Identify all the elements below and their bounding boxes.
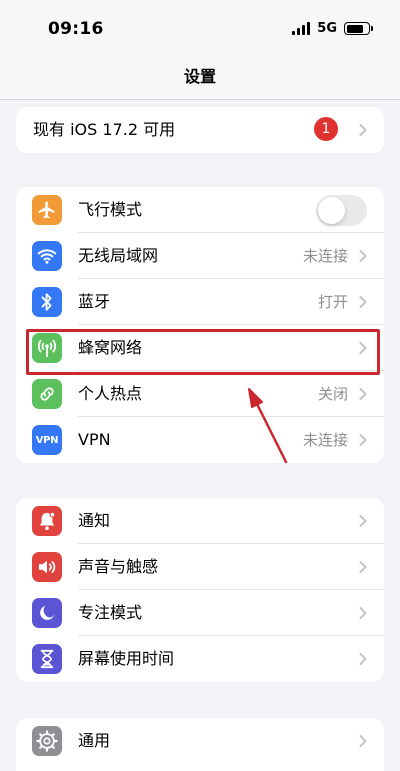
settings-row-wifi[interactable]: 无线局域网 未连接 [16,233,384,279]
settings-row-screen-time[interactable]: 屏幕使用时间 [16,636,384,682]
hourglass-icon [32,644,62,674]
vpn-status: 未连接 [302,431,348,449]
airplane-icon [32,195,62,225]
bluetooth-icon [32,287,62,317]
software-update-group: 现有 iOS 17.2 可用 1 [16,107,384,153]
chevron-right-icon [359,296,367,308]
bluetooth-label: 蓝牙 [78,292,111,311]
focus-label: 专注模式 [78,603,143,622]
settings-row-cellular[interactable]: 蜂窝网络 [16,325,384,371]
notifications-group: 通知 声音与触感 专注模式 屏幕使用时间 [16,498,384,682]
software-update-row[interactable]: 现有 iOS 17.2 可用 1 [16,107,384,153]
wifi-label: 无线局域网 [78,246,159,265]
connectivity-group: 飞行模式 无线局域网 未连接 蓝牙 打开 蜂窝网络 个人热点 关闭 VPN VP… [16,187,384,463]
settings-row-focus[interactable]: 专注模式 [16,590,384,636]
status-bar: 09:16 5G [0,0,400,58]
hotspot-status: 关闭 [317,385,348,403]
chevron-right-icon [359,561,367,573]
battery-icon [344,22,373,35]
settings-row-bluetooth[interactable]: 蓝牙 打开 [16,279,384,325]
sounds-label: 声音与触感 [78,557,159,576]
page-title: 设置 [183,67,216,86]
navigation-bar: 设置 [0,58,400,100]
chevron-right-icon [359,250,367,262]
vpn-icon: VPN [32,425,62,455]
general-group: 通用 [16,718,384,771]
notifications-label: 通知 [78,511,111,530]
settings-row-general[interactable]: 通用 [16,718,384,764]
signal-strength-icon [292,22,311,35]
wifi-status: 未连接 [302,247,348,265]
vpn-label: VPN [78,430,111,449]
settings-row-airplane-mode[interactable]: 飞行模式 [16,187,384,233]
chevron-right-icon [359,342,367,354]
wifi-icon [32,241,62,271]
chevron-right-icon [359,735,367,747]
cellular-label: 蜂窝网络 [78,338,143,357]
chevron-right-icon [359,515,367,527]
status-time: 09:16 [48,19,104,39]
settings-row-notifications[interactable]: 通知 [16,498,384,544]
network-type: 5G [317,21,337,36]
hotspot-label: 个人热点 [78,384,143,403]
chevron-right-icon [359,434,367,446]
bluetooth-status: 打开 [317,293,348,311]
software-update-label: 现有 iOS 17.2 可用 [33,120,176,139]
speaker-icon [32,552,62,582]
vpn-icon-text: VPN [35,434,59,446]
airplane-mode-label: 飞行模式 [78,200,143,219]
bell-icon [32,506,62,536]
hotspot-link-icon [32,379,62,409]
airplane-mode-toggle[interactable] [316,195,367,226]
moon-icon [32,598,62,628]
chevron-right-icon [359,607,367,619]
status-indicators: 5G [292,21,373,36]
gear-icon [32,726,62,756]
settings-row-personal-hotspot[interactable]: 个人热点 关闭 [16,371,384,417]
settings-row-vpn[interactable]: VPN VPN 未连接 [16,417,384,463]
settings-row-sounds[interactable]: 声音与触感 [16,544,384,590]
chevron-right-icon [359,124,367,136]
chevron-right-icon [359,388,367,400]
general-label: 通用 [78,731,111,750]
screen-time-label: 屏幕使用时间 [78,649,175,668]
cellular-antenna-icon [32,333,62,363]
update-badge: 1 [314,117,338,141]
chevron-right-icon [359,653,367,665]
